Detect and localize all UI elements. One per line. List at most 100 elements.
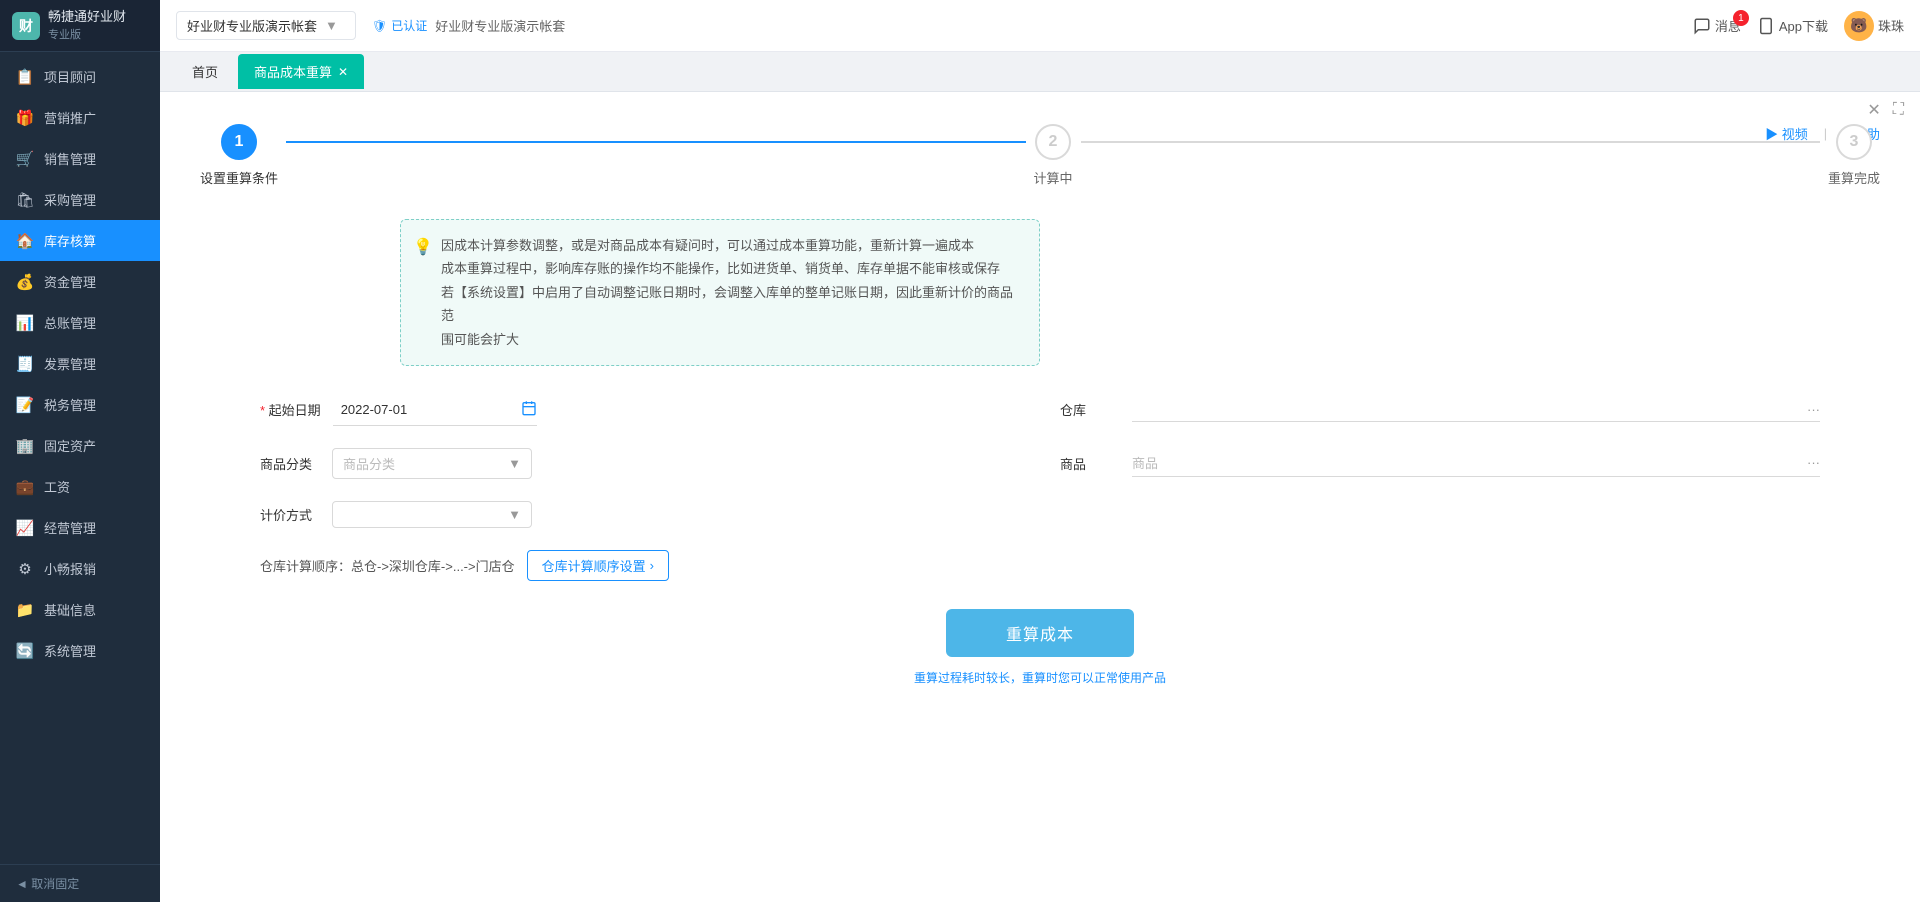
form-row-2: 商品分类 商品分类 ▼ 商品 商品 ··· <box>260 448 1820 479</box>
sidebar-item-label: 系统管理 <box>44 641 96 660</box>
sidebar-item-label: 库存核算 <box>44 231 96 250</box>
step-2-num: 2 <box>1049 133 1058 151</box>
expense-icon: ⚙ <box>16 560 34 578</box>
warehouse-more-icon[interactable]: ··· <box>1807 402 1820 417</box>
notice-line-3: 若【系统设置】中启用了自动调整记账日期时，会调整入库单的整单记账日期，因此重新计… <box>441 281 1023 328</box>
sidebar-item-marketing[interactable]: 🎁 营销推广 <box>0 97 160 138</box>
start-date-input[interactable] <box>333 398 513 421</box>
required-star: * <box>260 403 269 418</box>
sidebar-item-purchase[interactable]: 🛍 采购管理 <box>0 179 160 220</box>
expand-window-button[interactable]: ⛶ <box>1893 101 1904 119</box>
sidebar-item-project[interactable]: 📋 项目顾问 <box>0 56 160 97</box>
accounting-icon: 📊 <box>16 314 34 332</box>
sidebar-item-label: 总账管理 <box>44 313 96 332</box>
pricing-label: 计价方式 <box>260 505 320 524</box>
marketing-icon: 🎁 <box>16 109 34 127</box>
sidebar-unpin-button[interactable]: ◄ 取消固定 <box>0 864 160 902</box>
sidebar-item-invoice[interactable]: 🧾 发票管理 <box>0 343 160 384</box>
chevron-right-icon: › <box>650 558 654 573</box>
verified-label: 已认证 <box>391 17 427 34</box>
sidebar-item-basic[interactable]: 📁 基础信息 <box>0 589 160 630</box>
pricing-select[interactable]: ▼ <box>332 501 532 528</box>
account-selector[interactable]: 好业财专业版演示帐套 ▼ <box>176 11 356 40</box>
step-2-label: 计算中 <box>1034 168 1073 187</box>
verified-account-text: 好业财专业版演示帐套 <box>435 16 565 35</box>
recalc-button[interactable]: 重算成本 <box>946 609 1134 657</box>
notice-line-1: 因成本计算参数调整，或是对商品成本有疑问时，可以通过成本重算功能，重新计算一遍成… <box>441 234 1023 257</box>
category-select[interactable]: 商品分类 ▼ <box>332 448 532 479</box>
sales-icon: 🛒 <box>16 150 34 168</box>
step-line-1 <box>286 141 1025 143</box>
calendar-icon[interactable] <box>521 400 537 419</box>
topbar: 好业财专业版演示帐套 ▼ 🛡 已认证 好业财专业版演示帐套 消息 1 App下载 <box>160 0 1920 52</box>
category-dropdown-icon: ▼ <box>508 456 521 471</box>
form-row-3: 计价方式 ▼ <box>260 501 1820 528</box>
sidebar-nav: 📋 项目顾问 🎁 营销推广 🛒 销售管理 🛍 采购管理 🏠 库存核算 💰 资金管… <box>0 52 160 864</box>
messages-button[interactable]: 消息 1 <box>1693 16 1741 35</box>
stepper: 1 设置重算条件 2 计算中 3 重算完成 <box>200 124 1880 187</box>
sidebar-item-label: 发票管理 <box>44 354 96 373</box>
topbar-left: 好业财专业版演示帐套 ▼ 🛡 已认证 好业财专业版演示帐套 <box>176 11 1693 40</box>
notice-text: 因成本计算参数调整，或是对商品成本有疑问时，可以通过成本重算功能，重新计算一遍成… <box>441 234 1023 351</box>
app-download-button[interactable]: App下载 <box>1757 16 1828 35</box>
sidebar-item-label: 基础信息 <box>44 600 96 619</box>
system-icon: 🔄 <box>16 642 34 660</box>
inventory-icon: 🏠 <box>16 232 34 250</box>
content-inner: ✕ ⛶ ▶ 视频 | ? 帮助 1 设置重算条件 <box>160 92 1920 902</box>
sidebar-item-assets[interactable]: 🏢 固定资产 <box>0 425 160 466</box>
tab-home[interactable]: 首页 <box>176 54 234 89</box>
sidebar-item-operations[interactable]: 📈 经营管理 <box>0 507 160 548</box>
warehouse-order-row: 仓库计算顺序：总仓->深圳仓库->...->门店仓 仓库计算顺序设置 › <box>260 550 1820 581</box>
account-dropdown-arrow: ▼ <box>325 18 338 33</box>
warehouse-order-btn-label: 仓库计算顺序设置 <box>542 556 646 575</box>
form-section: * * 起始日期起始日期 仓库 ··· <box>200 394 1880 686</box>
user-avatar-button[interactable]: 🐻 珠珠 <box>1844 11 1904 41</box>
main-wrapper: 好业财专业版演示帐套 ▼ 🛡 已认证 好业财专业版演示帐套 消息 1 App下载 <box>160 0 1920 902</box>
sidebar-item-salary[interactable]: 💼 工资 <box>0 466 160 507</box>
shield-icon: 🛡 <box>372 19 387 33</box>
sidebar-item-accounting[interactable]: 📊 总账管理 <box>0 302 160 343</box>
sidebar-item-expense[interactable]: ⚙ 小畅报销 <box>0 548 160 589</box>
sidebar-item-label: 资金管理 <box>44 272 96 291</box>
sidebar-item-label: 销售管理 <box>44 149 96 168</box>
sidebar-item-system[interactable]: 🔄 系统管理 <box>0 630 160 671</box>
sidebar-item-tax[interactable]: 📝 税务管理 <box>0 384 160 425</box>
warehouse-order-settings-button[interactable]: 仓库计算顺序设置 › <box>527 550 669 581</box>
tab-close-icon[interactable]: ✕ <box>338 65 348 79</box>
category-placeholder: 商品分类 <box>343 454 395 473</box>
step-1-circle: 1 <box>221 124 257 160</box>
app-logo: 财 畅捷通好业财 专业版 <box>0 0 160 52</box>
tab-recalc[interactable]: 商品成本重算 ✕ <box>238 54 364 89</box>
unpin-label: ◄ 取消固定 <box>16 875 79 892</box>
pricing-field: 计价方式 ▼ <box>260 501 1020 528</box>
warehouse-label: 仓库 <box>1060 400 1120 419</box>
sidebar-item-label: 固定资产 <box>44 436 96 455</box>
avatar: 🐻 <box>1844 11 1874 41</box>
sidebar-item-sales[interactable]: 🛒 销售管理 <box>0 138 160 179</box>
step-3-circle: 3 <box>1836 124 1872 160</box>
content-area: ✕ ⛶ ▶ 视频 | ? 帮助 1 设置重算条件 <box>160 92 1920 902</box>
product-more-icon[interactable]: ··· <box>1807 455 1820 470</box>
notice-icon: 💡 <box>413 234 433 263</box>
operations-icon: 📈 <box>16 519 34 537</box>
sidebar-item-inventory[interactable]: 🏠 库存核算 <box>0 220 160 261</box>
account-name: 好业财专业版演示帐套 <box>187 16 317 35</box>
close-window-button[interactable]: ✕ <box>1867 100 1880 120</box>
step-1-label: 设置重算条件 <box>200 168 278 187</box>
start-date-field: * * 起始日期起始日期 <box>260 394 1020 426</box>
sidebar: 财 畅捷通好业财 专业版 📋 项目顾问 🎁 营销推广 🛒 销售管理 🛍 采购管理… <box>0 0 160 902</box>
step-1: 1 设置重算条件 <box>200 124 278 187</box>
logo-icon: 财 <box>12 12 40 40</box>
product-placeholder: 商品 <box>1132 453 1158 472</box>
step-3: 3 重算完成 <box>1828 124 1880 187</box>
sidebar-item-label: 经营管理 <box>44 518 96 537</box>
step-3-label: 重算完成 <box>1828 168 1880 187</box>
sidebar-item-finance[interactable]: 💰 资金管理 <box>0 261 160 302</box>
salary-icon: 💼 <box>16 478 34 496</box>
invoice-icon: 🧾 <box>16 355 34 373</box>
warehouse-order-label: 仓库计算顺序：总仓->深圳仓库->...->门店仓 <box>260 556 515 575</box>
warehouse-field: 仓库 ··· <box>1060 398 1820 422</box>
basic-icon: 📁 <box>16 601 34 619</box>
sidebar-item-label: 工资 <box>44 477 70 496</box>
sidebar-item-label: 营销推广 <box>44 108 96 127</box>
